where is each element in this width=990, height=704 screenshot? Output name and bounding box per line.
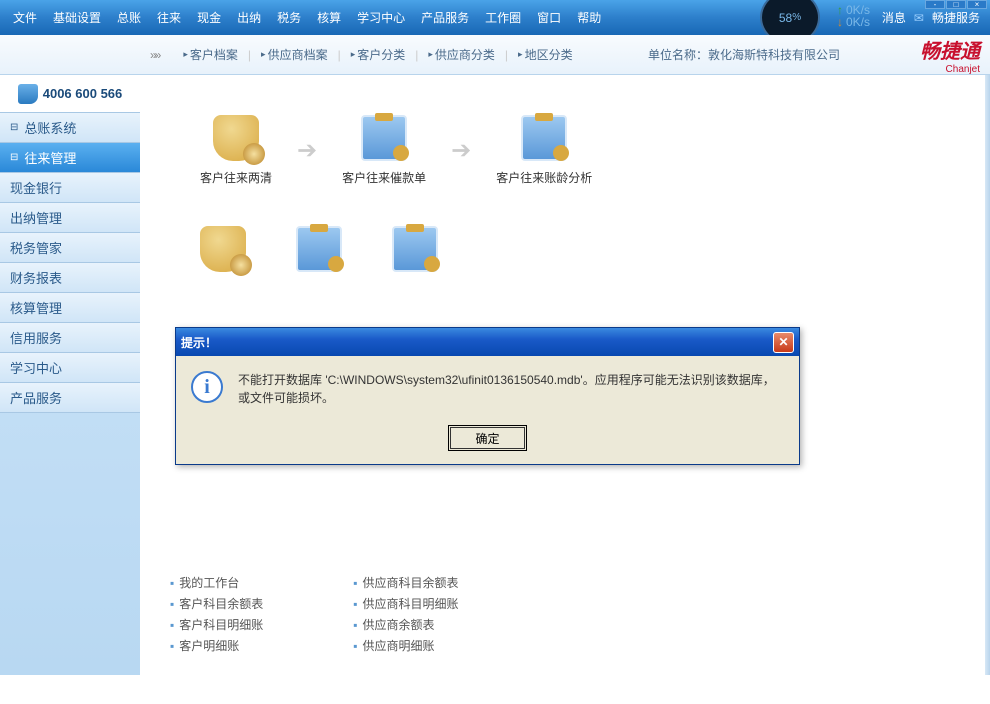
dialog-title-text: 提示！ bbox=[181, 334, 217, 351]
service-link[interactable]: 畅捷服务 bbox=[932, 9, 980, 26]
sidebar-item-report[interactable]: 财务报表 bbox=[0, 263, 140, 293]
menu-file[interactable]: 文件 bbox=[5, 9, 45, 26]
func-customer-clear[interactable]: 客户往来两清 bbox=[200, 115, 272, 186]
sub-toolbar: »» 客户档案 | 供应商档案 | 客户分类 | 供应商分类 | 地区分类 单位… bbox=[0, 35, 990, 75]
menu-product[interactable]: 产品服务 bbox=[413, 9, 477, 26]
error-dialog: 提示！ ✕ i 不能打开数据库 'C:\WINDOWS\system32\ufi… bbox=[175, 327, 800, 465]
tb-supplier-archive[interactable]: 供应商档案 bbox=[257, 46, 332, 63]
link-cust-detail[interactable]: 客户科目明细账 bbox=[170, 616, 263, 633]
window-buttons: - □ × bbox=[925, 0, 987, 9]
clipboard-icon bbox=[392, 226, 438, 272]
maximize-button[interactable]: □ bbox=[946, 0, 966, 9]
tb-supplier-class[interactable]: 供应商分类 bbox=[424, 46, 499, 63]
func-supplier-aging[interactable] bbox=[392, 226, 438, 272]
menu-audit[interactable]: 核算 bbox=[309, 9, 349, 26]
people-icon bbox=[213, 115, 259, 161]
clipboard-search-icon bbox=[521, 115, 567, 161]
link-cust-ledger[interactable]: 客户明细账 bbox=[170, 637, 263, 654]
menubar: 文件 基础设置 总账 往来 现金 出纳 税务 核算 学习中心 产品服务 工作圈 … bbox=[0, 0, 990, 35]
function-row-2 bbox=[200, 226, 990, 272]
brand-en: Chanjet bbox=[920, 64, 980, 75]
link-cust-balance[interactable]: 客户科目余额表 bbox=[170, 595, 263, 612]
link-supp-ledger[interactable]: 供应商明细账 bbox=[353, 637, 458, 654]
arrow-icon: ➔ bbox=[297, 136, 317, 165]
people-icon bbox=[200, 226, 246, 272]
sidebar-item-tax[interactable]: 税务管家 bbox=[0, 233, 140, 263]
arrow-icon: ➔ bbox=[451, 136, 471, 165]
menu-workcircle[interactable]: 工作圈 bbox=[477, 9, 529, 26]
phone-icon bbox=[18, 84, 38, 104]
brand-cn: 畅捷通 bbox=[920, 35, 980, 64]
link-supp-subj-detail[interactable]: 供应商科目明细账 bbox=[353, 595, 458, 612]
tb-area-class[interactable]: 地区分类 bbox=[514, 46, 577, 63]
right-border bbox=[985, 75, 990, 675]
unit-name: 单位名称：敦化海斯特科技有限公司 bbox=[648, 46, 840, 63]
chevron-expand-icon[interactable]: »» bbox=[150, 48, 159, 62]
func-label: 客户往来两清 bbox=[200, 169, 272, 186]
gauge-value: 58 bbox=[779, 11, 792, 25]
bottom-col-2: 供应商科目余额表 供应商科目明细账 供应商余额表 供应商明细账 bbox=[353, 574, 458, 654]
phone-box: 4006 600 566 bbox=[0, 75, 140, 113]
menubar-right: 消息 ✉ 畅捷服务 bbox=[882, 9, 980, 26]
sidebar-item-cashbank[interactable]: 现金银行 bbox=[0, 173, 140, 203]
minimize-button[interactable]: - bbox=[925, 0, 945, 9]
menu-cash[interactable]: 现金 bbox=[189, 9, 229, 26]
menu-cashier[interactable]: 出纳 bbox=[229, 9, 269, 26]
func-label: 客户往来催款单 bbox=[342, 169, 426, 186]
dialog-buttons: 确定 bbox=[176, 422, 799, 464]
sidebar-item-credit[interactable]: 信用服务 bbox=[0, 323, 140, 353]
menu-tax[interactable]: 税务 bbox=[269, 9, 309, 26]
bottom-links: 我的工作台 客户科目余额表 客户科目明细账 客户明细账 供应商科目余额表 供应商… bbox=[170, 574, 459, 654]
menu-ar[interactable]: 往来 bbox=[149, 9, 189, 26]
net-down: 0K/s bbox=[846, 16, 870, 28]
func-label: 客户往来账龄分析 bbox=[496, 169, 592, 186]
tb-customer-archive[interactable]: 客户档案 bbox=[179, 46, 242, 63]
menu-help[interactable]: 帮助 bbox=[569, 9, 609, 26]
menu-learn[interactable]: 学习中心 bbox=[349, 9, 413, 26]
gauge-pct: % bbox=[792, 12, 801, 23]
func-supplier-clear[interactable] bbox=[200, 226, 246, 272]
link-workbench[interactable]: 我的工作台 bbox=[170, 574, 263, 591]
dialog-titlebar[interactable]: 提示！ ✕ bbox=[176, 328, 799, 356]
function-row-1: 客户往来两清 ➔ 客户往来催款单 ➔ 客户往来账龄分析 bbox=[200, 115, 990, 186]
sidebar-item-cashier[interactable]: 出纳管理 bbox=[0, 203, 140, 233]
link-supp-balance[interactable]: 供应商余额表 bbox=[353, 616, 458, 633]
menu-window[interactable]: 窗口 bbox=[529, 9, 569, 26]
dialog-message: 不能打开数据库 'C:\WINDOWS\system32\ufinit01361… bbox=[238, 371, 784, 407]
messages-link[interactable]: 消息 bbox=[882, 9, 906, 26]
sidebar: 3-财务通普及版 4006 600 566 总账系统 往来管理 现金银行 出纳管… bbox=[0, 35, 140, 675]
close-icon[interactable]: ✕ bbox=[773, 332, 794, 353]
dialog-body: i 不能打开数据库 'C:\WINDOWS\system32\ufinit013… bbox=[176, 356, 799, 422]
sidebar-item-gl[interactable]: 总账系统 bbox=[0, 113, 140, 143]
close-window-button[interactable]: × bbox=[967, 0, 987, 9]
menu-gl[interactable]: 总账 bbox=[109, 9, 149, 26]
func-customer-dunning[interactable]: 客户往来催款单 bbox=[342, 115, 426, 186]
brand-logo: 畅捷通 Chanjet bbox=[920, 35, 980, 75]
link-supp-subj-balance[interactable]: 供应商科目余额表 bbox=[353, 574, 458, 591]
info-icon: i bbox=[191, 371, 223, 403]
phone-number: 4006 600 566 bbox=[43, 86, 123, 101]
sidebar-item-product[interactable]: 产品服务 bbox=[0, 383, 140, 413]
clipboard-icon bbox=[361, 115, 407, 161]
tb-customer-class[interactable]: 客户分类 bbox=[347, 46, 410, 63]
func-supplier-dunning[interactable] bbox=[296, 226, 342, 272]
clipboard-icon bbox=[296, 226, 342, 272]
net-stats: 0K/s 0K/s bbox=[837, 4, 870, 28]
menu-basicsettings[interactable]: 基础设置 bbox=[45, 9, 109, 26]
ok-button[interactable]: 确定 bbox=[450, 427, 525, 449]
sidebar-item-learn[interactable]: 学习中心 bbox=[0, 353, 140, 383]
bottom-col-1: 我的工作台 客户科目余额表 客户科目明细账 客户明细账 bbox=[170, 574, 263, 654]
func-customer-aging[interactable]: 客户往来账龄分析 bbox=[496, 115, 592, 186]
sidebar-item-ar[interactable]: 往来管理 bbox=[0, 143, 140, 173]
sidebar-item-audit[interactable]: 核算管理 bbox=[0, 293, 140, 323]
